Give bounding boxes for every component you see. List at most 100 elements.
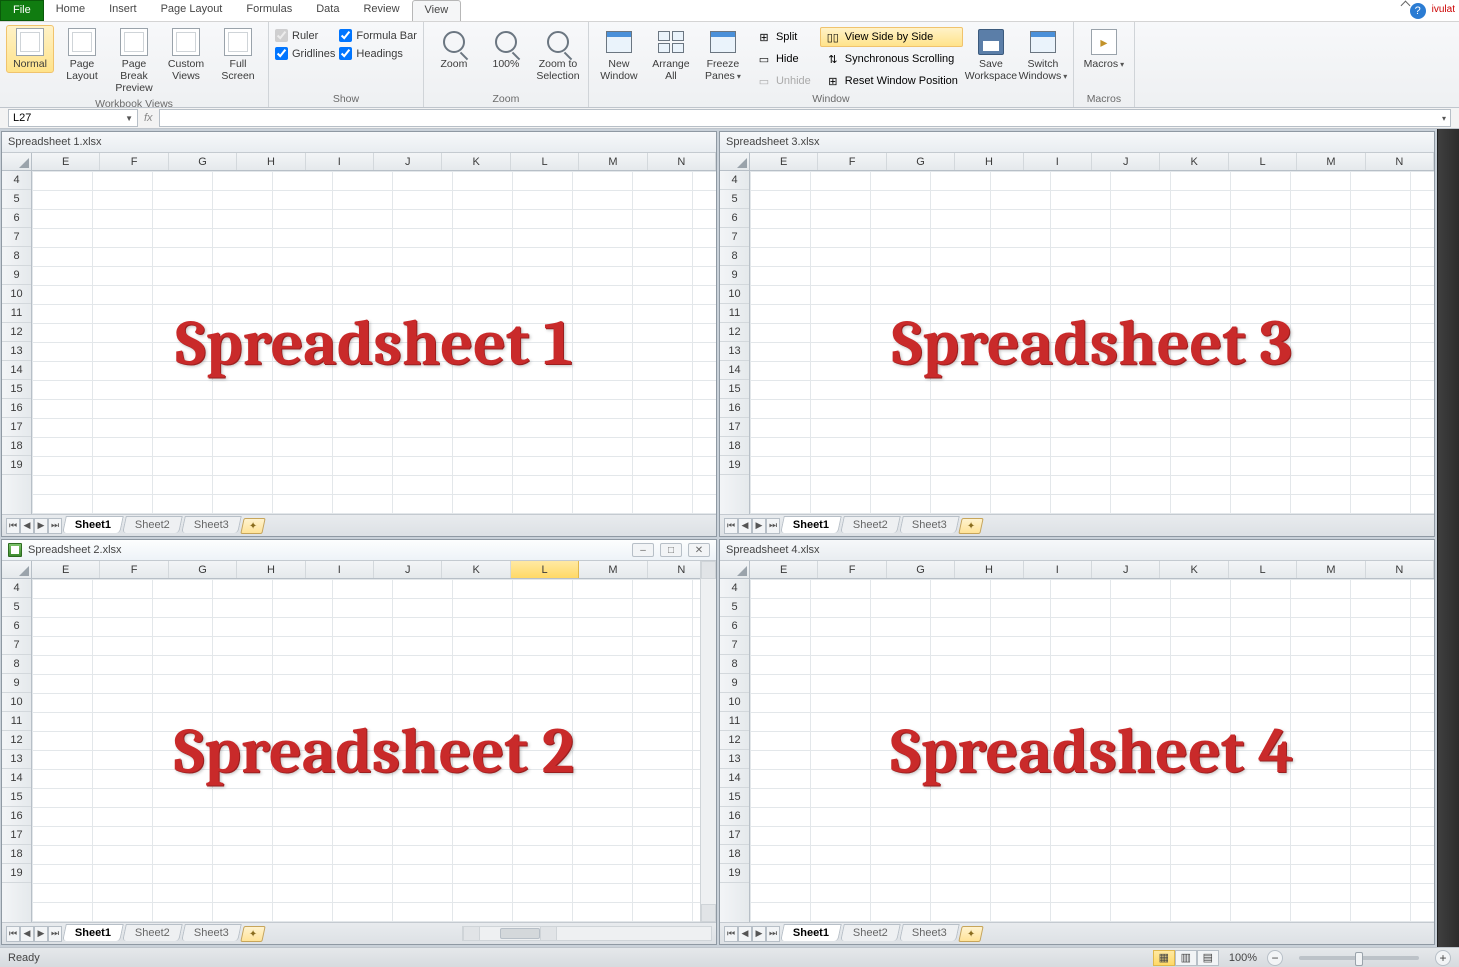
select-all-corner[interactable] [2, 561, 32, 578]
row-header[interactable]: 8 [720, 655, 749, 674]
sheet-tab[interactable]: Sheet2 [122, 924, 182, 941]
hide-button[interactable]: ▭Hide [751, 49, 816, 69]
sheet-tab-nav[interactable]: ⏮◀▶⏭ [724, 926, 780, 942]
tab-nav-button[interactable]: ⏭ [766, 926, 780, 942]
row-header[interactable]: 8 [2, 655, 31, 674]
row-header[interactable]: 10 [2, 285, 31, 304]
pane-titlebar[interactable]: Spreadsheet 1.xlsx [2, 132, 716, 153]
column-header[interactable]: L [511, 561, 579, 578]
row-header[interactable]: 17 [2, 826, 31, 845]
synchronous-scrolling-button[interactable]: ⇅Synchronous Scrolling [820, 49, 963, 69]
tab-insert[interactable]: Insert [97, 0, 149, 21]
grid-body[interactable]: 45678910111213141516171819Spreadsheet 4 [720, 579, 1434, 922]
column-header[interactable]: L [511, 153, 579, 170]
row-header[interactable]: 8 [2, 247, 31, 266]
row-header[interactable]: 5 [720, 598, 749, 617]
sheet-tab[interactable]: Sheet1 [780, 516, 842, 533]
column-header[interactable]: M [579, 153, 647, 170]
zoom-in-button[interactable]: + [1435, 950, 1451, 966]
column-header[interactable]: N [1366, 561, 1434, 578]
new-sheet-button[interactable]: ✦ [240, 926, 265, 942]
pane-titlebar[interactable]: Spreadsheet 2.xlsx–□✕ [2, 540, 716, 561]
tab-nav-button[interactable]: ◀ [738, 518, 752, 534]
row-header[interactable]: 15 [2, 788, 31, 807]
row-header[interactable]: 6 [720, 617, 749, 636]
row-header[interactable]: 6 [2, 209, 31, 228]
maximize-icon[interactable]: □ [660, 543, 682, 557]
row-header[interactable]: 4 [2, 171, 31, 190]
column-header[interactable]: H [237, 153, 305, 170]
row-header[interactable]: 5 [2, 598, 31, 617]
column-header[interactable]: H [955, 561, 1023, 578]
sheet-tab[interactable]: Sheet3 [899, 516, 959, 533]
zoom-slider[interactable] [1299, 956, 1419, 960]
tab-review[interactable]: Review [351, 0, 411, 21]
new-sheet-button[interactable]: ✦ [958, 518, 983, 534]
close-icon[interactable]: ✕ [688, 543, 710, 557]
row-header[interactable]: 18 [720, 845, 749, 864]
page-break-preview-button[interactable]: Page Break Preview [110, 25, 158, 97]
grid-body[interactable]: 45678910111213141516171819Spreadsheet 1 [2, 171, 716, 514]
pane-titlebar[interactable]: Spreadsheet 4.xlsx [720, 540, 1434, 561]
row-header[interactable]: 11 [720, 304, 749, 323]
row-header[interactable]: 15 [720, 380, 749, 399]
sheet-tab[interactable]: Sheet1 [62, 516, 124, 533]
sheet-tab[interactable]: Sheet2 [122, 516, 182, 533]
normal-view-icon[interactable]: ▦ [1153, 950, 1175, 966]
cells-area[interactable]: Spreadsheet 2 [32, 579, 716, 922]
help-icon[interactable]: ? [1410, 3, 1426, 19]
page-break-view-icon[interactable]: ▤ [1197, 950, 1219, 966]
row-header[interactable]: 19 [720, 456, 749, 475]
tab-nav-button[interactable]: ▶ [752, 518, 766, 534]
row-header[interactable]: 11 [2, 304, 31, 323]
row-header[interactable]: 17 [720, 826, 749, 845]
column-header[interactable]: M [579, 561, 647, 578]
normal-view-button[interactable]: Normal [6, 25, 54, 73]
row-header[interactable]: 17 [2, 418, 31, 437]
row-header[interactable]: 7 [720, 636, 749, 655]
row-header[interactable]: 15 [720, 788, 749, 807]
zoom-button[interactable]: Zoom [430, 25, 478, 73]
pane-vertical-scrollbar[interactable] [700, 561, 716, 922]
cells-area[interactable]: Spreadsheet 1 [32, 171, 716, 514]
column-header[interactable]: G [169, 561, 237, 578]
sheet-tab[interactable]: Sheet1 [780, 924, 842, 941]
column-header[interactable]: G [169, 153, 237, 170]
row-header[interactable]: 15 [2, 380, 31, 399]
row-header[interactable]: 18 [2, 845, 31, 864]
pane-horizontal-scrollbar[interactable] [462, 926, 712, 941]
formula-bar-checkbox[interactable]: Formula Bar [339, 29, 417, 42]
row-headers[interactable]: 45678910111213141516171819 [720, 171, 750, 514]
split-button[interactable]: ⊞Split [751, 27, 816, 47]
tab-nav-button[interactable]: ▶ [752, 926, 766, 942]
page-layout-view-icon[interactable]: ▥ [1175, 950, 1197, 966]
column-header[interactable]: F [818, 153, 886, 170]
row-header[interactable]: 11 [2, 712, 31, 731]
row-header[interactable]: 9 [720, 266, 749, 285]
column-header[interactable]: H [955, 153, 1023, 170]
column-header[interactable]: K [1160, 153, 1228, 170]
cells-area[interactable]: Spreadsheet 3 [750, 171, 1434, 514]
row-header[interactable]: 7 [2, 228, 31, 247]
sheet-tab[interactable]: Sheet3 [181, 924, 241, 941]
column-header[interactable]: E [750, 153, 818, 170]
tab-nav-button[interactable]: ⏭ [48, 926, 62, 942]
row-header[interactable]: 18 [720, 437, 749, 456]
macros-button[interactable]: Macros▾ [1080, 25, 1128, 73]
row-headers[interactable]: 45678910111213141516171819 [2, 579, 32, 922]
unhide-button[interactable]: ▭Unhide [751, 71, 816, 91]
row-header[interactable]: 17 [720, 418, 749, 437]
row-header[interactable]: 7 [2, 636, 31, 655]
row-header[interactable]: 5 [2, 190, 31, 209]
minimize-icon[interactable]: – [632, 543, 654, 557]
row-header[interactable]: 19 [2, 864, 31, 883]
sheet-tab[interactable]: Sheet2 [840, 516, 900, 533]
row-header[interactable]: 9 [2, 674, 31, 693]
zoom-level[interactable]: 100% [1229, 952, 1257, 964]
row-header[interactable]: 13 [2, 342, 31, 361]
row-header[interactable]: 4 [720, 579, 749, 598]
column-header[interactable]: F [100, 153, 168, 170]
column-header[interactable]: F [818, 561, 886, 578]
row-header[interactable]: 10 [720, 693, 749, 712]
reset-window-position-button[interactable]: ⊞Reset Window Position [820, 71, 963, 91]
